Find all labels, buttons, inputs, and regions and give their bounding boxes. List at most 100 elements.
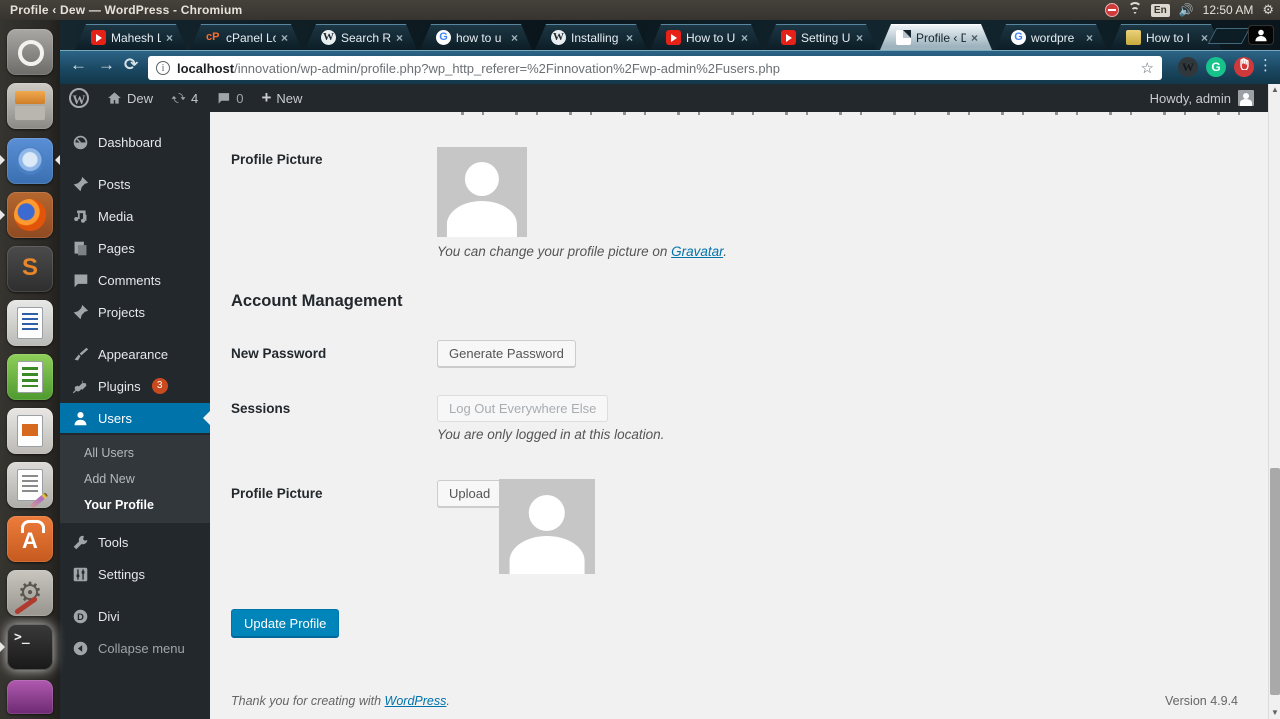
document-favicon: [896, 30, 911, 45]
tab-close-icon[interactable]: ×: [1201, 31, 1208, 45]
grammarly-extension-icon[interactable]: G: [1206, 57, 1226, 77]
terminal-running-arrow: [0, 642, 10, 652]
window-titlebar: Profile ‹ Dew — WordPress - Chromium: [0, 0, 1280, 20]
sidebar-item-projects[interactable]: Projects: [60, 297, 210, 327]
trash-icon[interactable]: [7, 680, 53, 714]
chromium-running-arrow: [0, 155, 10, 165]
ubuntu-dash-icon[interactable]: [7, 29, 53, 75]
sidebar-item-plugins[interactable]: Plugins 3: [60, 371, 210, 401]
volume-icon[interactable]: 🔊: [1179, 3, 1194, 17]
tab-cpanel[interactable]: cP cPanel Lo ×: [190, 24, 302, 50]
sidebar-item-divi[interactable]: D Divi: [60, 601, 210, 631]
wordpress-extension-icon[interactable]: W: [1178, 57, 1198, 77]
system-tray: En 🔊 12:50 AM ⚙: [1104, 0, 1274, 20]
submenu-your-profile[interactable]: Your Profile: [60, 492, 210, 518]
tab-close-icon[interactable]: ×: [396, 31, 403, 45]
scrollbar-thumb[interactable]: [1270, 468, 1280, 695]
system-settings-icon[interactable]: ⚙: [7, 570, 53, 616]
browser-profile-button[interactable]: [1248, 25, 1274, 45]
tab-close-icon[interactable]: ×: [166, 31, 173, 45]
scroll-down-arrow[interactable]: ▼: [1269, 707, 1280, 719]
clock[interactable]: 12:50 AM: [1203, 3, 1254, 17]
firefox-icon[interactable]: [7, 192, 53, 238]
upload-button[interactable]: Upload: [437, 480, 503, 507]
site-name-menu[interactable]: Dew: [98, 84, 162, 112]
tab-close-icon[interactable]: ×: [1086, 31, 1093, 45]
youtube-favicon: [91, 30, 106, 45]
tab-howto-2[interactable]: How to U ×: [650, 24, 762, 50]
sidebar-item-collapse-menu[interactable]: Collapse menu: [60, 633, 210, 663]
scroll-up-arrow[interactable]: ▲: [1269, 84, 1280, 96]
wifi-icon[interactable]: [1127, 1, 1142, 16]
reload-button[interactable]: ⟳: [124, 55, 138, 75]
wordpress-link[interactable]: WordPress: [385, 694, 447, 708]
sidebar-item-users[interactable]: Users: [60, 403, 211, 433]
tab-setting[interactable]: Setting U ×: [765, 24, 877, 50]
comments-menu[interactable]: 0: [207, 84, 252, 112]
generate-password-button[interactable]: Generate Password: [437, 340, 576, 367]
terminal-icon[interactable]: >_: [7, 624, 53, 670]
forward-button[interactable]: →: [98, 55, 115, 75]
wp-logo-menu[interactable]: W: [60, 84, 98, 112]
profile-page-content: Profile Picture You can change your prof…: [210, 112, 1268, 719]
new-password-label: New Password: [231, 346, 327, 361]
libreoffice-impress-icon[interactable]: [7, 408, 53, 454]
footer-thanks: Thank you for creating with WordPress.: [231, 694, 450, 708]
tab-close-icon[interactable]: ×: [281, 31, 288, 45]
updates-menu[interactable]: 4: [162, 84, 207, 112]
submenu-all-users[interactable]: All Users: [60, 440, 210, 466]
chromium-icon[interactable]: [7, 138, 53, 184]
submenu-add-new[interactable]: Add New: [60, 466, 210, 492]
sidebar-item-settings[interactable]: Settings: [60, 559, 210, 589]
account-management-heading: Account Management: [231, 292, 403, 310]
tab-close-icon[interactable]: ×: [626, 31, 633, 45]
adblock-extension-icon[interactable]: [1234, 57, 1254, 77]
session-gear-icon[interactable]: ⚙: [1262, 2, 1274, 18]
libreoffice-calc-icon[interactable]: [7, 354, 53, 400]
keyboard-layout-indicator[interactable]: En: [1150, 3, 1170, 17]
sidebar-item-media[interactable]: Media: [60, 201, 210, 231]
update-profile-button[interactable]: Update Profile: [231, 609, 340, 637]
tab-profile-active[interactable]: Profile ‹ D ×: [880, 24, 992, 50]
browser-menu-icon[interactable]: ⋮: [1258, 56, 1273, 74]
plus-icon: +: [261, 88, 272, 107]
tab-close-icon[interactable]: ×: [511, 31, 518, 45]
person-icon: [1255, 29, 1267, 42]
tab-mahesh[interactable]: Mahesh L ×: [75, 24, 187, 50]
tab-howto-1[interactable]: G how to u ×: [420, 24, 532, 50]
software-center-icon[interactable]: A: [7, 516, 53, 562]
logout-everywhere-button[interactable]: Log Out Everywhere Else: [437, 395, 609, 422]
notification-dnd-icon[interactable]: [1104, 3, 1119, 17]
new-content-menu[interactable]: + New: [252, 84, 311, 112]
page-scrollbar[interactable]: ▲ ▼: [1268, 84, 1280, 719]
tab-wordpress[interactable]: G wordpre ×: [995, 24, 1107, 50]
file-manager-icon[interactable]: [7, 83, 53, 129]
sidebar-item-dashboard[interactable]: Dashboard: [60, 127, 210, 157]
address-bar[interactable]: i localhost/innovation/wp-admin/profile.…: [148, 56, 1162, 80]
sidebar-item-pages[interactable]: Pages: [60, 233, 210, 263]
gravatar-link[interactable]: Gravatar: [671, 244, 723, 259]
sublime-text-icon[interactable]: S: [7, 246, 53, 292]
tab-close-icon[interactable]: ×: [856, 31, 863, 45]
back-button[interactable]: ←: [70, 55, 87, 75]
text-editor-icon[interactable]: [7, 462, 53, 509]
version-text: Version 4.9.4: [1165, 694, 1238, 708]
bookmark-star-icon[interactable]: ☆: [1141, 59, 1154, 77]
url-path: /innovation/wp-admin/profile.php?wp_http…: [234, 60, 781, 76]
tab-close-icon[interactable]: ×: [971, 31, 978, 45]
ubuntu-launcher: S A ⚙ >_: [0, 20, 60, 719]
new-tab-button[interactable]: [1207, 28, 1251, 44]
sessions-description: You are only logged in at this location.: [437, 427, 665, 442]
tab-close-icon[interactable]: ×: [741, 31, 748, 45]
tab-search[interactable]: W Search R ×: [305, 24, 417, 50]
sidebar-item-comments[interactable]: Comments: [60, 265, 210, 295]
my-account-menu[interactable]: Howdy, admin: [1150, 90, 1268, 106]
tab-howto-3[interactable]: How to I ×: [1110, 24, 1222, 50]
page-info-icon[interactable]: i: [156, 61, 170, 75]
tab-installing[interactable]: W Installing ×: [535, 24, 647, 50]
sidebar-item-posts[interactable]: Posts: [60, 169, 210, 199]
libreoffice-writer-icon[interactable]: [7, 300, 53, 346]
sidebar-item-tools[interactable]: Tools: [60, 527, 210, 557]
plugins-update-badge: 3: [151, 378, 168, 394]
sidebar-item-appearance[interactable]: Appearance: [60, 339, 210, 369]
